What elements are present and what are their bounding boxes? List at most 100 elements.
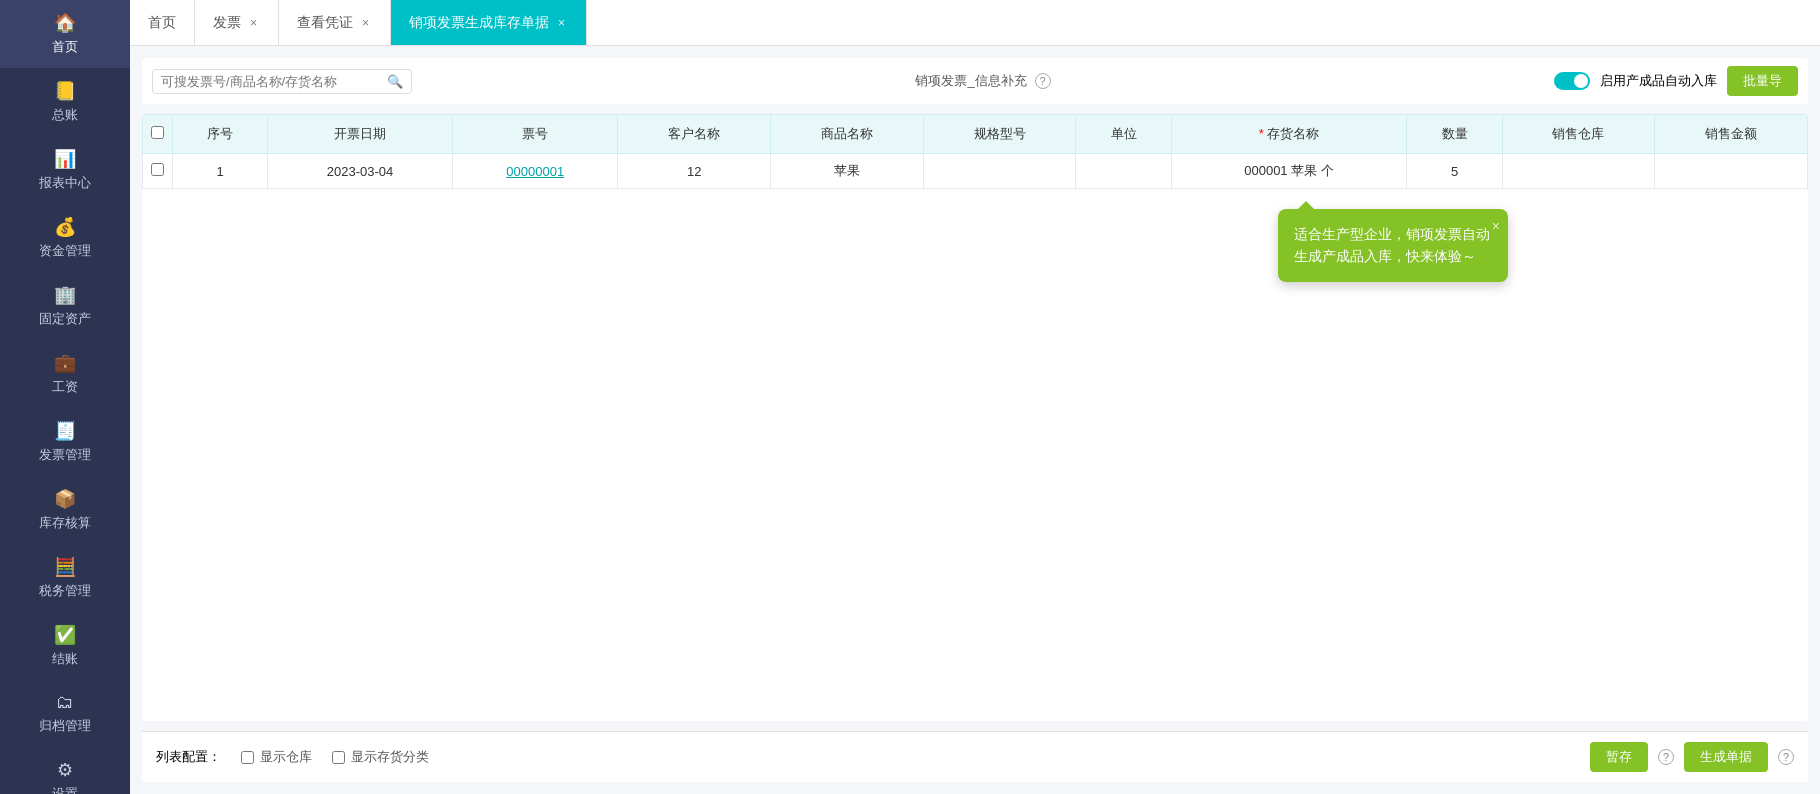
col-unit: 单位	[1076, 115, 1171, 154]
col-date: 开票日期	[268, 115, 453, 154]
config-label: 列表配置：	[156, 748, 221, 766]
sidebar-item-label: 税务管理	[39, 582, 91, 600]
search-input[interactable]	[161, 74, 381, 89]
tooltip-text: 适合生产型企业，销项发票自动生成产成品入库，快来体验～	[1294, 226, 1490, 264]
table-row: 1 2023-03-04 00000001 12 苹果 000001 苹果 个 …	[143, 154, 1808, 189]
tooltip-close-button[interactable]: ×	[1492, 215, 1500, 237]
search-box[interactable]: 🔍	[152, 69, 412, 94]
row-customer: 12	[618, 154, 771, 189]
archive-icon: 🗂	[56, 692, 74, 713]
tax-icon: 🧮	[54, 556, 76, 578]
bottom-bar: 列表配置： 显示仓库 显示存货分类 暂存 ? 生成单据 ?	[142, 731, 1808, 782]
sidebar-item-inventory[interactable]: 📦 库存核算	[0, 476, 130, 544]
sidebar-item-label: 固定资产	[39, 310, 91, 328]
sidebar-item-home[interactable]: 🏠 首页	[0, 0, 130, 68]
data-table: 序号 开票日期 票号 客户名称 商品名称 规格型号 单位 存货名称 数量 销售仓…	[142, 114, 1808, 189]
tab-voucher-label: 查看凭证	[297, 14, 353, 32]
settings-icon: ⚙	[57, 759, 73, 781]
invoice-mgmt-icon: 🧾	[54, 420, 76, 442]
tab-invoice-label: 发票	[213, 14, 241, 32]
show-category-text: 显示存货分类	[351, 748, 429, 766]
sidebar-item-funds[interactable]: 💰 资金管理	[0, 204, 130, 272]
ledger-icon: 📒	[54, 80, 76, 102]
table-header-checkbox	[143, 115, 173, 154]
sidebar-item-reports[interactable]: 📊 报表中心	[0, 136, 130, 204]
sidebar-item-invoice-mgmt[interactable]: 🧾 发票管理	[0, 408, 130, 476]
row-inventory: 000001 苹果 个	[1171, 154, 1407, 189]
tab-sales-return-label: 销项发票生成库存单据	[409, 14, 549, 32]
col-amount: 销售金额	[1655, 115, 1808, 154]
col-seq: 序号	[173, 115, 268, 154]
sidebar-item-label: 首页	[52, 38, 78, 56]
sidebar-item-label: 结账	[52, 650, 78, 668]
content-area: 🔍 销项发票_信息补充 ? 启用产成品自动入库 批量导	[130, 46, 1820, 794]
row-seq: 1	[173, 154, 268, 189]
fixed-assets-icon: 🏢	[54, 284, 76, 306]
bottom-actions: 暂存 ? 生成单据 ?	[1590, 742, 1794, 772]
sidebar-item-ledger[interactable]: 📒 总账	[0, 68, 130, 136]
info-label: 销项发票_信息补充	[915, 72, 1026, 90]
sidebar-item-label: 发票管理	[39, 446, 91, 464]
show-category-checkbox[interactable]	[332, 751, 345, 764]
sidebar-item-label: 总账	[52, 106, 78, 124]
row-number: 00000001	[452, 154, 618, 189]
tab-invoice-close[interactable]: ×	[247, 15, 260, 31]
table-container: 序号 开票日期 票号 客户名称 商品名称 规格型号 单位 存货名称 数量 销售仓…	[142, 114, 1808, 721]
row-date: 2023-03-04	[268, 154, 453, 189]
sidebar-item-fixed-assets[interactable]: 🏢 固定资产	[0, 272, 130, 340]
generate-help-icon[interactable]: ?	[1778, 749, 1794, 765]
col-product: 商品名称	[771, 115, 924, 154]
col-number: 票号	[452, 115, 618, 154]
tab-sales-return[interactable]: 销项发票生成库存单据 ×	[391, 0, 587, 45]
tab-bar: 首页 发票 × 查看凭证 × 销项发票生成库存单据 ×	[130, 0, 1820, 46]
sidebar-item-settings[interactable]: ⚙ 设置	[0, 747, 130, 794]
col-qty: 数量	[1407, 115, 1502, 154]
tooltip-box: × 适合生产型企业，销项发票自动生成产成品入库，快来体验～	[1278, 209, 1508, 282]
settlement-icon: ✅	[54, 624, 76, 646]
row-unit	[1076, 154, 1171, 189]
show-warehouse-checkbox[interactable]	[241, 751, 254, 764]
tab-sales-return-close[interactable]: ×	[555, 15, 568, 31]
tab-invoice[interactable]: 发票 ×	[195, 0, 279, 45]
tab-voucher-close[interactable]: ×	[359, 15, 372, 31]
main-area: 首页 发票 × 查看凭证 × 销项发票生成库存单据 × 🔍 销项发票_信息补充 …	[130, 0, 1820, 794]
show-warehouse-text: 显示仓库	[260, 748, 312, 766]
batch-button[interactable]: 批量导	[1727, 66, 1798, 96]
generate-button[interactable]: 生成单据	[1684, 742, 1768, 772]
col-customer: 客户名称	[618, 115, 771, 154]
inventory-icon: 📦	[54, 488, 76, 510]
funds-icon: 💰	[54, 216, 76, 238]
col-warehouse: 销售仓库	[1502, 115, 1655, 154]
salary-icon: 💼	[54, 352, 76, 374]
toggle-label: 启用产成品自动入库	[1600, 72, 1717, 90]
tab-voucher[interactable]: 查看凭证 ×	[279, 0, 391, 45]
show-warehouse-label[interactable]: 显示仓库	[241, 748, 312, 766]
auto-warehouse-toggle[interactable]	[1554, 72, 1590, 90]
sidebar-item-label: 归档管理	[39, 717, 91, 735]
show-category-label[interactable]: 显示存货分类	[332, 748, 429, 766]
row-number-link[interactable]: 00000001	[506, 164, 564, 179]
tab-home[interactable]: 首页	[130, 0, 195, 45]
sidebar-item-label: 设置	[52, 785, 78, 794]
sidebar-item-label: 资金管理	[39, 242, 91, 260]
sidebar-item-tax[interactable]: 🧮 税务管理	[0, 544, 130, 612]
save-help-icon[interactable]: ?	[1658, 749, 1674, 765]
sidebar-item-settlement[interactable]: ✅ 结账	[0, 612, 130, 680]
info-help-icon[interactable]: ?	[1035, 73, 1051, 89]
reports-icon: 📊	[54, 148, 76, 170]
home-icon: 🏠	[54, 12, 76, 34]
search-icon: 🔍	[387, 74, 403, 89]
select-all-checkbox[interactable]	[151, 126, 164, 139]
sidebar: 🏠 首页 📒 总账 📊 报表中心 💰 资金管理 🏢 固定资产 💼 工资 🧾 发票…	[0, 0, 130, 794]
row-amount	[1655, 154, 1808, 189]
toolbar: 🔍 销项发票_信息补充 ? 启用产成品自动入库 批量导	[142, 58, 1808, 104]
col-model: 规格型号	[923, 115, 1076, 154]
sidebar-item-salary[interactable]: 💼 工资	[0, 340, 130, 408]
row-checkbox[interactable]	[151, 163, 164, 176]
sidebar-item-label: 库存核算	[39, 514, 91, 532]
save-button[interactable]: 暂存	[1590, 742, 1648, 772]
row-warehouse	[1502, 154, 1655, 189]
sidebar-item-archive[interactable]: 🗂 归档管理	[0, 680, 130, 747]
sidebar-item-label: 工资	[52, 378, 78, 396]
tab-home-label: 首页	[148, 14, 176, 32]
